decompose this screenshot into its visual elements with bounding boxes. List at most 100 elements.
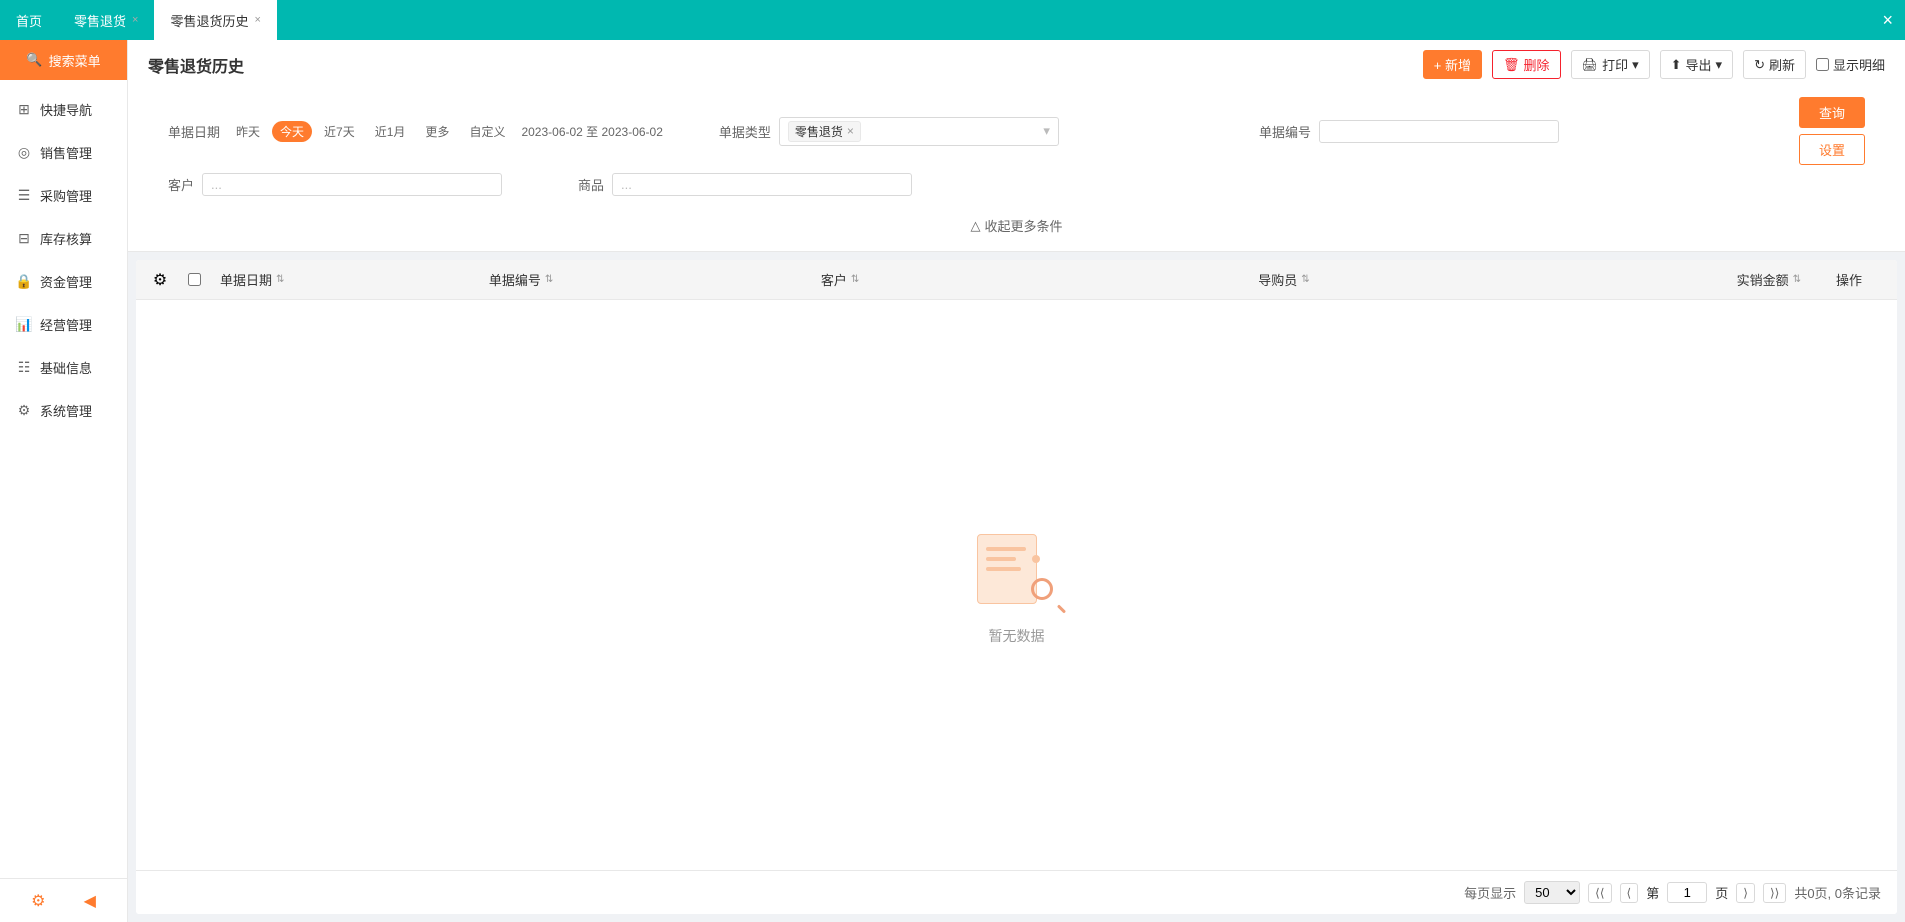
customer-select[interactable]: ... <box>202 173 502 196</box>
page-goto-label: 第 <box>1646 883 1659 902</box>
page-total-info: 共0页, 0条记录 <box>1794 883 1881 902</box>
setting-button[interactable]: 设置 <box>1799 134 1865 165</box>
date-range-display: 2023-06-02 至 2023-06-02 <box>521 123 662 140</box>
customer-filter-label: 客户 <box>168 175 194 194</box>
sidebar-item-quick-nav-label: 快捷导航 <box>40 100 92 119</box>
type-select[interactable]: 零售退货 × ▾ <box>779 117 1059 146</box>
export-dropdown-icon: ▾ <box>1716 57 1723 73</box>
settings-bottom-icon[interactable]: ⚙ <box>31 891 45 911</box>
table-select-all[interactable] <box>176 273 212 286</box>
type-filter-label: 单据类型 <box>719 122 771 141</box>
show-detail-label: 显示明细 <box>1833 55 1885 74</box>
tab-home[interactable]: 首页 <box>0 0 58 40</box>
th-number-label: 单据编号 <box>489 270 541 289</box>
filter-row-1: 单据日期 昨天 今天 近7天 近1月 更多 自定义 2023-06-02 至 2… <box>168 89 1865 173</box>
delete-button[interactable]: 🗑 删除 <box>1492 50 1561 79</box>
table-body: 暂无数据 <box>136 300 1897 870</box>
type-select-dropdown-icon: ▾ <box>1043 123 1050 139</box>
th-guide[interactable]: 导购员 ⇅ <box>1250 270 1582 289</box>
sidebar-nav: ⊞ 快捷导航 ◎ 销售管理 ☰ 采购管理 ⊟ 库存核算 🔒 资金管理 📊 经营管 <box>0 80 127 878</box>
th-guide-sort-icon: ⇅ <box>1301 274 1309 285</box>
empty-text: 暂无数据 <box>989 626 1045 646</box>
sidebar-item-system[interactable]: ⚙ 系统管理 <box>0 389 127 432</box>
show-detail-input[interactable] <box>1816 58 1829 71</box>
query-button[interactable]: 查询 <box>1799 97 1865 128</box>
sidebar: 🔍 搜索菜单 ⊞ 快捷导航 ◎ 销售管理 ☰ 采购管理 ⊟ 库存核算 🔒 资金 <box>0 40 128 922</box>
date-opt-7days[interactable]: 近7天 <box>316 121 363 142</box>
th-customer[interactable]: 客户 ⇅ <box>813 270 1250 289</box>
type-tag-remove[interactable]: × <box>847 124 854 138</box>
sidebar-search[interactable]: 🔍 搜索菜单 <box>0 40 127 80</box>
sidebar-search-label: 搜索菜单 <box>49 51 101 70</box>
filter-area: 单据日期 昨天 今天 近7天 近1月 更多 自定义 2023-06-02 至 2… <box>148 89 1885 251</box>
refresh-label: 刷新 <box>1769 55 1795 74</box>
page-unit-label: 页 <box>1715 883 1728 902</box>
date-opt-custom[interactable]: 自定义 <box>461 121 513 142</box>
window-close-button[interactable]: × <box>1882 11 1893 29</box>
th-guide-label: 导购员 <box>1258 270 1297 289</box>
print-dropdown-icon: ▾ <box>1632 57 1639 73</box>
sidebar-item-basic-info[interactable]: ☷ 基础信息 <box>0 346 127 389</box>
table-header: ⚙ 单据日期 ⇅ 单据编号 ⇅ 客户 ⇅ 导购员 ⇅ <box>136 260 1897 300</box>
show-detail-checkbox[interactable]: 显示明细 <box>1816 55 1885 74</box>
th-date-label: 单据日期 <box>220 270 272 289</box>
number-filter: 单据编号 <box>1259 120 1783 143</box>
goods-select[interactable]: ... <box>612 173 912 196</box>
page-first-button[interactable]: ⟨⟨ <box>1588 883 1611 903</box>
sidebar-item-finance[interactable]: 🔒 资金管理 <box>0 260 127 303</box>
th-amount[interactable]: 实销金额 ⇅ <box>1582 270 1809 289</box>
export-button[interactable]: ⬆ 导出 ▾ <box>1660 50 1733 79</box>
th-date[interactable]: 单据日期 ⇅ <box>212 270 481 289</box>
goods-filter: 商品 ... <box>578 173 912 196</box>
page-last-button[interactable]: ⟩⟩ <box>1763 883 1786 903</box>
page-prev-button[interactable]: ⟨ <box>1620 883 1639 903</box>
sidebar-item-purchase[interactable]: ☰ 采购管理 <box>0 174 127 217</box>
sidebar-item-sales[interactable]: ◎ 销售管理 <box>0 131 127 174</box>
number-filter-label: 单据编号 <box>1259 122 1311 141</box>
system-icon: ⚙ <box>16 403 32 419</box>
empty-illustration <box>967 524 1067 614</box>
per-page-label: 每页显示 <box>1464 883 1516 902</box>
customer-filter: 客户 ... <box>168 173 502 196</box>
page-header-top: 零售退货历史 + 新增 🗑 删除 🖨 打印 ▾ ⬆ 导出 <box>148 50 1885 79</box>
type-filter: 单据类型 零售退货 × ▾ <box>719 117 1243 146</box>
date-opt-1month[interactable]: 近1月 <box>367 121 414 142</box>
date-options: 昨天 今天 近7天 近1月 更多 自定义 <box>228 121 513 142</box>
type-tag-label: 零售退货 <box>795 123 843 140</box>
operation-icon: 📊 <box>16 317 32 333</box>
refresh-button[interactable]: ↻ 刷新 <box>1743 50 1806 79</box>
date-filter-label: 单据日期 <box>168 122 220 141</box>
page-input[interactable] <box>1667 882 1707 903</box>
collapse-up-icon: △ <box>970 218 980 234</box>
sidebar-item-inventory[interactable]: ⊟ 库存核算 <box>0 217 127 260</box>
print-button[interactable]: 🖨 打印 ▾ <box>1571 50 1650 79</box>
new-button[interactable]: + 新增 <box>1423 50 1482 79</box>
tab-retail-return-history-label: 零售退货历史 <box>170 11 248 30</box>
date-opt-more[interactable]: 更多 <box>417 121 457 142</box>
tab-retail-return-history-close[interactable]: × <box>254 14 260 26</box>
th-amount-sort-icon: ⇅ <box>1793 274 1801 285</box>
sidebar-item-quick-nav[interactable]: ⊞ 快捷导航 <box>0 88 127 131</box>
number-input[interactable] <box>1319 120 1559 143</box>
tab-retail-return[interactable]: 零售退货 × <box>58 0 154 40</box>
tab-bar: 首页 零售退货 × 零售退货历史 × <box>0 0 1882 40</box>
tab-retail-return-close[interactable]: × <box>132 14 138 26</box>
date-opt-yesterday[interactable]: 昨天 <box>228 121 268 142</box>
quick-nav-icon: ⊞ <box>16 102 32 118</box>
filter-action-buttons: 查询 设置 <box>1799 97 1865 165</box>
content-area: 零售退货历史 + 新增 🗑 删除 🖨 打印 ▾ ⬆ 导出 <box>128 40 1905 922</box>
collapse-button[interactable]: △ 收起更多条件 <box>958 212 1074 239</box>
inventory-icon: ⊟ <box>16 231 32 247</box>
table-settings-icon[interactable]: ⚙ <box>144 270 176 290</box>
collapse-sidebar-icon[interactable]: ◀ <box>84 891 96 911</box>
select-all-checkbox[interactable] <box>188 273 201 286</box>
th-number[interactable]: 单据编号 ⇅ <box>481 270 813 289</box>
customer-placeholder: ... <box>211 177 222 192</box>
date-opt-today[interactable]: 今天 <box>272 121 312 142</box>
page-next-button[interactable]: ⟩ <box>1736 883 1755 903</box>
table-container: ⚙ 单据日期 ⇅ 单据编号 ⇅ 客户 ⇅ 导购员 ⇅ <box>136 260 1897 914</box>
sidebar-item-operation[interactable]: 📊 经营管理 <box>0 303 127 346</box>
tab-retail-return-history[interactable]: 零售退货历史 × <box>154 0 276 40</box>
per-page-select[interactable]: 50 20 100 <box>1524 881 1580 904</box>
tab-retail-return-label: 零售退货 <box>74 11 126 30</box>
